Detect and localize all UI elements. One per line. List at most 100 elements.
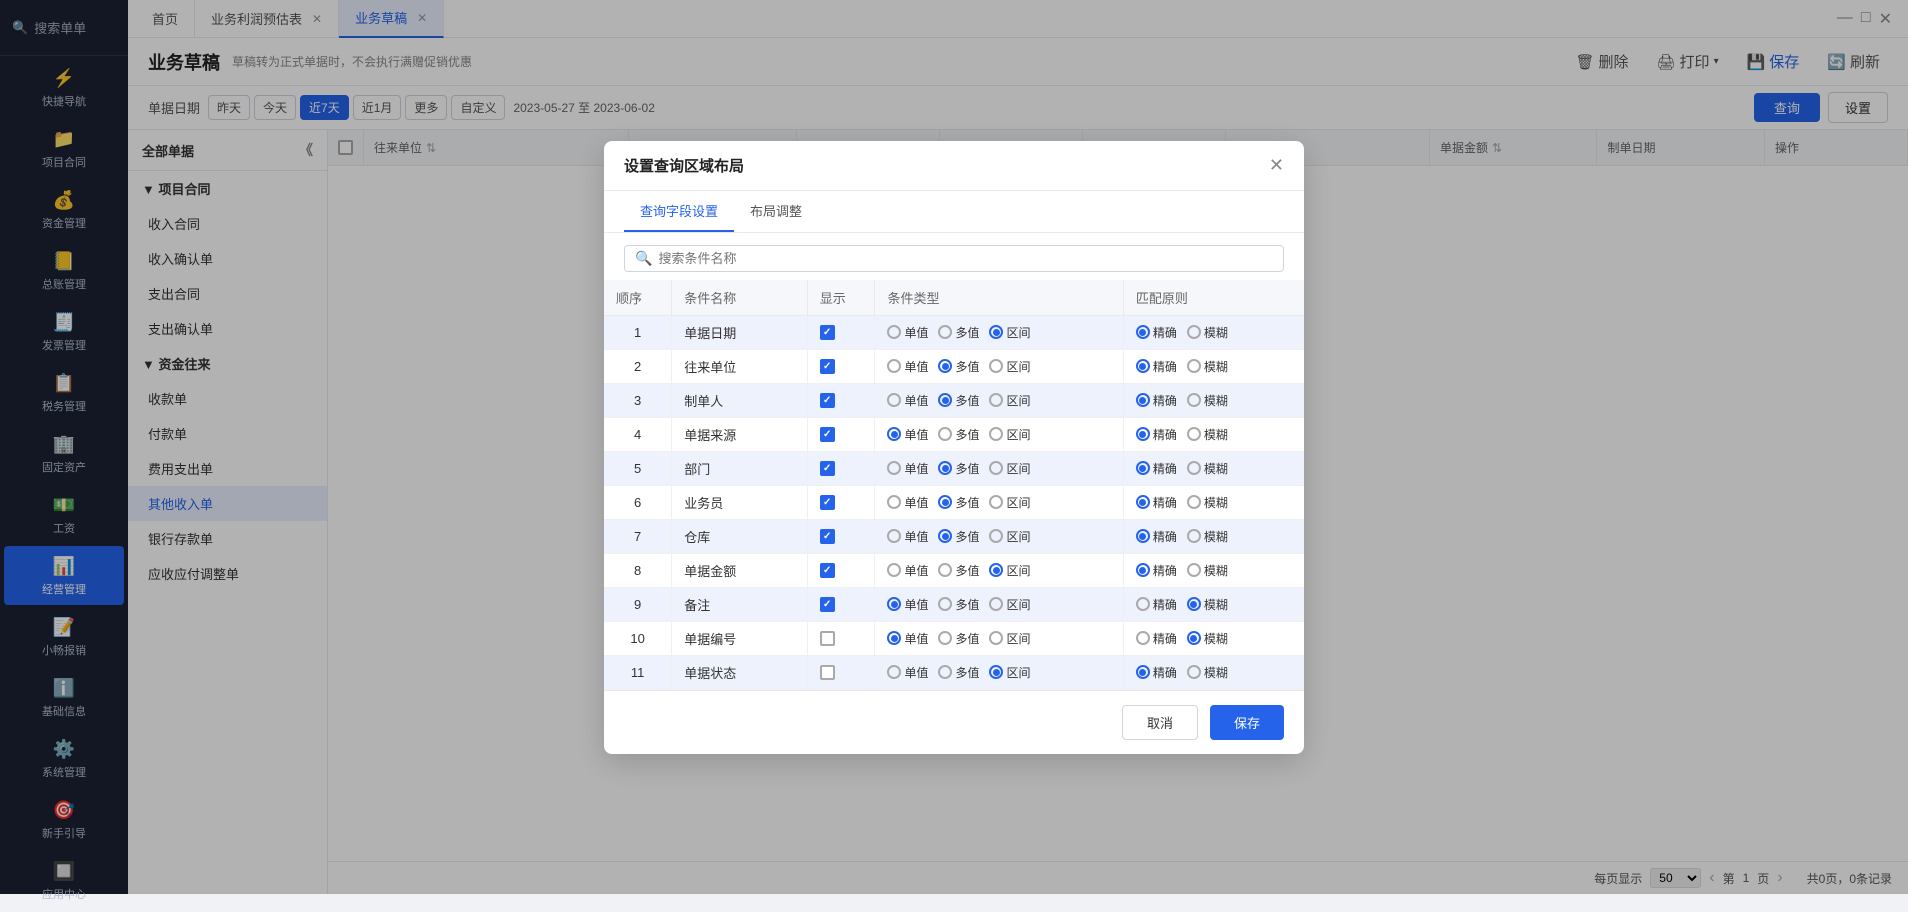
cond-radio-single[interactable]: 单值 bbox=[887, 562, 928, 579]
row-show-checkbox[interactable] bbox=[807, 383, 875, 417]
row-condition-type: 单值多值区间 bbox=[875, 621, 1123, 655]
modal-save-button[interactable]: 保存 bbox=[1210, 705, 1284, 740]
tab-query-fields[interactable]: 查询字段设置 bbox=[624, 191, 734, 232]
cond-radio-multi[interactable]: 多值 bbox=[938, 562, 979, 579]
match-radio-exact[interactable]: 精确 bbox=[1136, 562, 1177, 579]
tab-layout[interactable]: 布局调整 bbox=[734, 191, 818, 232]
match-radio-exact[interactable]: 精确 bbox=[1136, 528, 1177, 545]
cond-radio-multi[interactable]: 多值 bbox=[938, 392, 979, 409]
cond-radio-range[interactable]: 区间 bbox=[989, 494, 1030, 511]
match-radio-fuzzy[interactable]: 模糊 bbox=[1187, 392, 1228, 409]
show-checkbox-8[interactable] bbox=[820, 563, 835, 578]
match-radio-fuzzy[interactable]: 模糊 bbox=[1187, 426, 1228, 443]
cond-radio-multi[interactable]: 多值 bbox=[938, 324, 979, 341]
cond-radio-multi[interactable]: 多值 bbox=[938, 528, 979, 545]
cond-radio-multi[interactable]: 多值 bbox=[938, 426, 979, 443]
cond-radio-single[interactable]: 单值 bbox=[887, 494, 928, 511]
match-radio-fuzzy[interactable]: 模糊 bbox=[1187, 494, 1228, 511]
match-radio-fuzzy[interactable]: 模糊 bbox=[1187, 358, 1228, 375]
row-show-checkbox[interactable] bbox=[807, 417, 875, 451]
match-radio-exact[interactable]: 精确 bbox=[1136, 596, 1177, 613]
match-radio-fuzzy[interactable]: 模糊 bbox=[1187, 324, 1228, 341]
match-radio-fuzzy[interactable]: 模糊 bbox=[1187, 460, 1228, 477]
cond-radio-single[interactable]: 单值 bbox=[887, 460, 928, 477]
row-show-checkbox[interactable] bbox=[807, 553, 875, 587]
match-circle-exact bbox=[1136, 597, 1150, 611]
match-radio-fuzzy[interactable]: 模糊 bbox=[1187, 562, 1228, 579]
row-show-checkbox[interactable] bbox=[807, 621, 875, 655]
cond-radio-range[interactable]: 区间 bbox=[989, 324, 1030, 341]
row-name: 业务员 bbox=[672, 485, 807, 519]
cond-radio-single[interactable]: 单值 bbox=[887, 324, 928, 341]
show-checkbox-1[interactable] bbox=[820, 325, 835, 340]
row-condition-type: 单值多值区间 bbox=[875, 655, 1123, 689]
cond-radio-single[interactable]: 单值 bbox=[887, 528, 928, 545]
modal-close-button[interactable]: ✕ bbox=[1269, 155, 1284, 176]
cond-radio-multi[interactable]: 多值 bbox=[938, 664, 979, 681]
modal-search-input[interactable] bbox=[658, 251, 1273, 266]
cond-radio-multi[interactable]: 多值 bbox=[938, 596, 979, 613]
match-circle-fuzzy bbox=[1187, 529, 1201, 543]
show-checkbox-2[interactable] bbox=[820, 359, 835, 374]
modal-search-icon: 🔍 bbox=[635, 250, 652, 267]
cond-radio-range[interactable]: 区间 bbox=[989, 664, 1030, 681]
show-checkbox-5[interactable] bbox=[820, 461, 835, 476]
cond-radio-single[interactable]: 单值 bbox=[887, 358, 928, 375]
row-show-checkbox[interactable] bbox=[807, 485, 875, 519]
cond-radio-multi[interactable]: 多值 bbox=[938, 494, 979, 511]
cond-radio-range[interactable]: 区间 bbox=[989, 460, 1030, 477]
match-circle-fuzzy bbox=[1187, 631, 1201, 645]
cond-radio-range[interactable]: 区间 bbox=[989, 426, 1030, 443]
match-circle-exact bbox=[1136, 631, 1150, 645]
radio-circle-multi bbox=[938, 359, 952, 373]
match-radio-exact[interactable]: 精确 bbox=[1136, 426, 1177, 443]
row-condition-type: 单值多值区间 bbox=[875, 553, 1123, 587]
match-radio-exact[interactable]: 精确 bbox=[1136, 460, 1177, 477]
match-circle-fuzzy bbox=[1187, 495, 1201, 509]
cond-radio-range[interactable]: 区间 bbox=[989, 562, 1030, 579]
cond-radio-range[interactable]: 区间 bbox=[989, 596, 1030, 613]
show-checkbox-6[interactable] bbox=[820, 495, 835, 510]
show-checkbox-3[interactable] bbox=[820, 393, 835, 408]
match-radio-fuzzy[interactable]: 模糊 bbox=[1187, 664, 1228, 681]
cond-radio-single[interactable]: 单值 bbox=[887, 630, 928, 647]
radio-circle-single bbox=[887, 461, 901, 475]
match-radio-fuzzy[interactable]: 模糊 bbox=[1187, 630, 1228, 647]
show-checkbox-10[interactable] bbox=[820, 631, 835, 646]
show-checkbox-9[interactable] bbox=[820, 597, 835, 612]
cancel-button[interactable]: 取消 bbox=[1122, 705, 1198, 740]
match-radio-fuzzy[interactable]: 模糊 bbox=[1187, 528, 1228, 545]
cond-radio-range[interactable]: 区间 bbox=[989, 528, 1030, 545]
radio-circle-range bbox=[989, 495, 1003, 509]
cond-radio-multi[interactable]: 多值 bbox=[938, 460, 979, 477]
match-radio-exact[interactable]: 精确 bbox=[1136, 358, 1177, 375]
row-show-checkbox[interactable] bbox=[807, 519, 875, 553]
cond-radio-multi[interactable]: 多值 bbox=[938, 358, 979, 375]
match-circle-exact bbox=[1136, 461, 1150, 475]
row-show-checkbox[interactable] bbox=[807, 451, 875, 485]
cond-radio-single[interactable]: 单值 bbox=[887, 664, 928, 681]
match-radio-exact[interactable]: 精确 bbox=[1136, 664, 1177, 681]
match-radio-fuzzy[interactable]: 模糊 bbox=[1187, 596, 1228, 613]
match-radio-exact[interactable]: 精确 bbox=[1136, 630, 1177, 647]
row-show-checkbox[interactable] bbox=[807, 587, 875, 621]
match-radio-exact[interactable]: 精确 bbox=[1136, 494, 1177, 511]
cond-radio-single[interactable]: 单值 bbox=[887, 392, 928, 409]
cond-radio-range[interactable]: 区间 bbox=[989, 358, 1030, 375]
cond-radio-range[interactable]: 区间 bbox=[989, 392, 1030, 409]
row-show-checkbox[interactable] bbox=[807, 315, 875, 349]
show-checkbox-7[interactable] bbox=[820, 529, 835, 544]
match-radio-exact[interactable]: 精确 bbox=[1136, 324, 1177, 341]
show-checkbox-11[interactable] bbox=[820, 665, 835, 680]
row-show-checkbox[interactable] bbox=[807, 655, 875, 689]
cond-radio-single[interactable]: 单值 bbox=[887, 596, 928, 613]
cond-radio-single[interactable]: 单值 bbox=[887, 426, 928, 443]
row-show-checkbox[interactable] bbox=[807, 349, 875, 383]
match-circle-exact bbox=[1136, 665, 1150, 679]
row-condition-type: 单值多值区间 bbox=[875, 519, 1123, 553]
cond-radio-multi[interactable]: 多值 bbox=[938, 630, 979, 647]
cond-radio-range[interactable]: 区间 bbox=[989, 630, 1030, 647]
show-checkbox-4[interactable] bbox=[820, 427, 835, 442]
radio-circle-multi bbox=[938, 495, 952, 509]
match-radio-exact[interactable]: 精确 bbox=[1136, 392, 1177, 409]
